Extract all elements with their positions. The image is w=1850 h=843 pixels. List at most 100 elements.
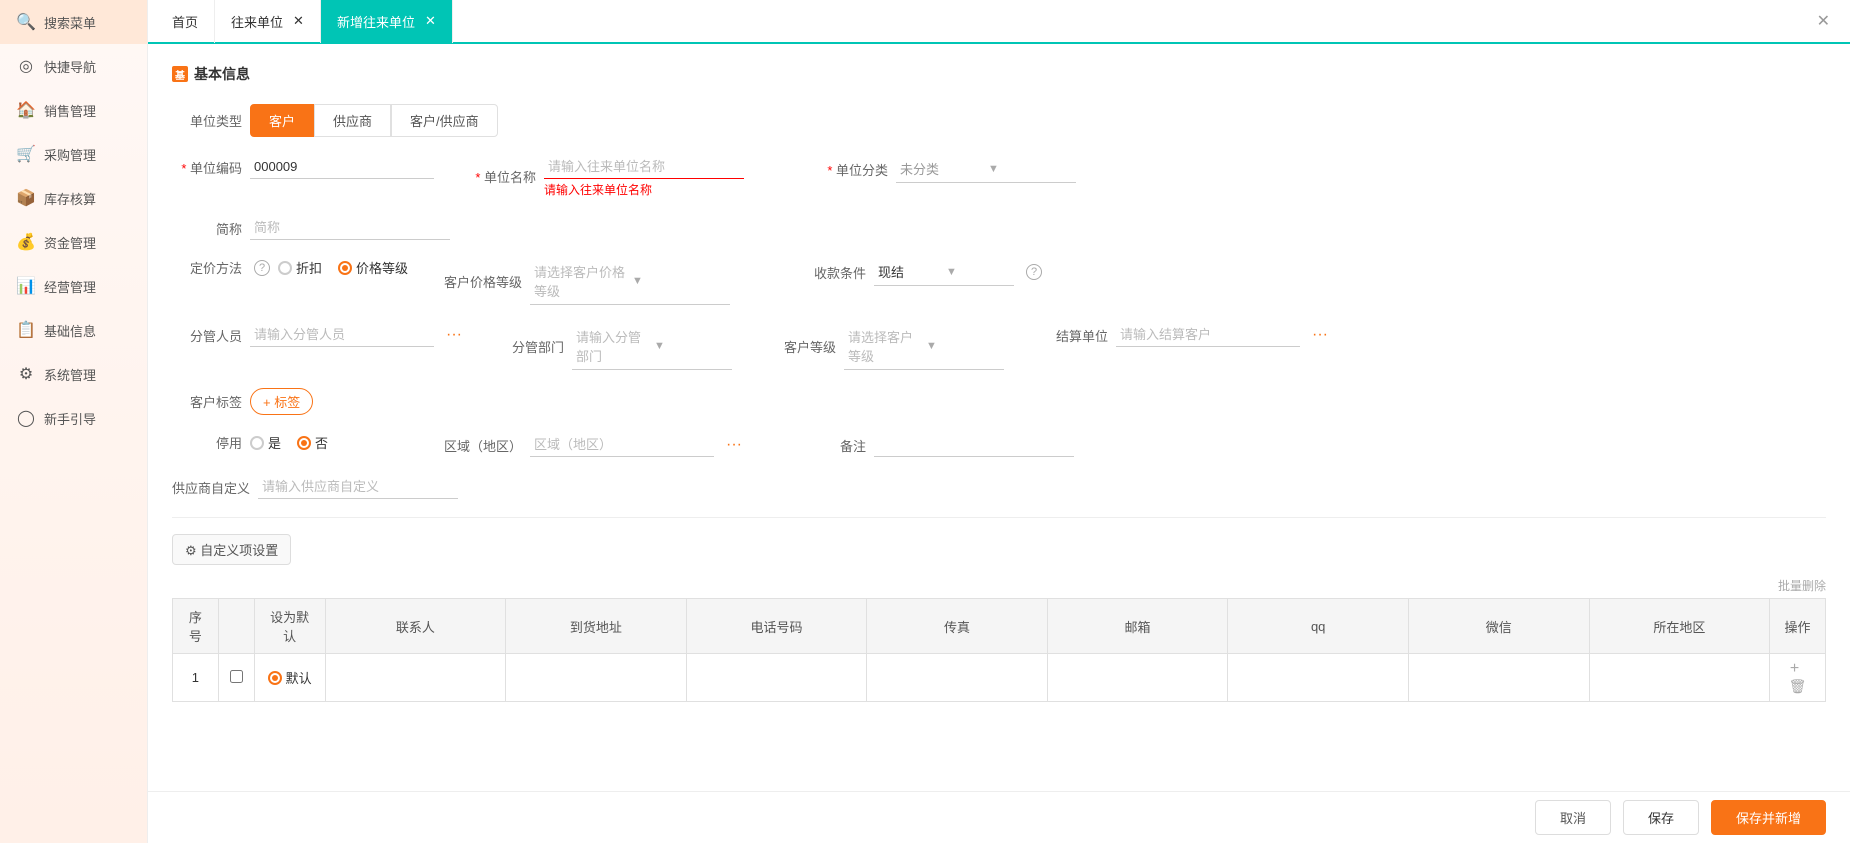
tab-home[interactable]: 首页 xyxy=(156,0,215,43)
th-region: 所在地区 xyxy=(1589,599,1770,654)
customer-price-level-placeholder: 请选择客户价格等级 xyxy=(534,262,628,300)
wechat-input[interactable] xyxy=(1419,670,1579,685)
cell-email[interactable] xyxy=(1047,654,1228,702)
disabled-radio-group: 是 否 xyxy=(250,433,328,452)
sidebar-item-finance[interactable]: 💰 资金管理 xyxy=(0,220,147,264)
abbreviation-label: 简称 xyxy=(172,219,242,238)
tabbar-close-button[interactable]: ✕ xyxy=(1805,11,1842,31)
customer-price-level-select[interactable]: 请选择客户价格等级 ▼ xyxy=(530,258,730,305)
tab-partners-close[interactable]: ✕ xyxy=(293,13,304,29)
batch-delete-button[interactable]: 批量删除 xyxy=(1778,577,1826,594)
cancel-button[interactable]: 取消 xyxy=(1535,800,1611,835)
abbreviation-input[interactable] xyxy=(250,216,450,240)
unit-name-field: 单位名称 请输入往来单位名称 xyxy=(466,155,786,198)
department-select[interactable]: 请输入分管部门 ▼ xyxy=(572,323,732,370)
cell-region[interactable] xyxy=(1589,654,1770,702)
settlement-ellipsis[interactable]: ··· xyxy=(1312,326,1328,344)
settlement-unit-input[interactable] xyxy=(1116,323,1300,347)
unit-btn-both[interactable]: 客户/供应商 xyxy=(391,104,498,137)
sidebar-label-purchase: 采购管理 xyxy=(44,145,96,164)
qq-input[interactable] xyxy=(1238,670,1398,685)
fax-input[interactable] xyxy=(877,670,1037,685)
sidebar: 🔍 搜索菜单 ◎ 快捷导航 🏠 销售管理 🛒 采购管理 📦 库存核算 💰 资金管… xyxy=(0,0,148,843)
cell-wechat[interactable] xyxy=(1409,654,1590,702)
sidebar-item-system[interactable]: ⚙ 系统管理 xyxy=(0,352,147,396)
cell-fax[interactable] xyxy=(867,654,1048,702)
unit-category-select[interactable]: 未分类 ▼ xyxy=(896,155,1076,183)
pricing-radio-level[interactable]: 价格等级 xyxy=(338,258,408,277)
cell-address[interactable] xyxy=(506,654,687,702)
payment-terms-help-icon[interactable]: ? xyxy=(1026,264,1042,280)
save-and-new-button[interactable]: 保存并新增 xyxy=(1711,800,1826,835)
region-input[interactable] xyxy=(530,433,714,457)
payment-terms-select[interactable]: 现结 ▼ xyxy=(874,258,1014,286)
default-label: 默认 xyxy=(286,668,312,687)
cell-checkbox[interactable] xyxy=(218,654,254,702)
system-icon: ⚙ xyxy=(16,364,36,384)
pricing-radio-discount[interactable]: 折扣 xyxy=(278,258,322,277)
remarks-input[interactable] xyxy=(874,433,1074,457)
unit-btn-supplier[interactable]: 供应商 xyxy=(314,104,391,137)
batch-actions: 批量删除 xyxy=(172,577,1826,594)
customer-level-chevron: ▼ xyxy=(926,340,1000,352)
unit-code-field: 单位编码 xyxy=(172,155,434,179)
default-radio-item[interactable]: 默认 xyxy=(265,668,315,687)
sidebar-item-newguide[interactable]: ◯ 新手引导 xyxy=(0,396,147,440)
department-field: 分管部门 请输入分管部门 ▼ xyxy=(494,323,734,370)
pricing-help-icon[interactable]: ? xyxy=(254,260,270,276)
section-title-text: 基本信息 xyxy=(194,64,250,84)
phone-input[interactable] xyxy=(697,670,857,685)
sidebar-item-basicinfo[interactable]: 📋 基础信息 xyxy=(0,308,147,352)
payment-terms-field: 收款条件 现结 ▼ ? xyxy=(796,258,1042,286)
unit-btn-customer[interactable]: 客户 xyxy=(250,104,314,137)
footer: 取消 保存 保存并新增 xyxy=(148,791,1850,843)
region-ellipsis[interactable]: ··· xyxy=(726,436,742,454)
payment-terms-chevron: ▼ xyxy=(946,266,1010,278)
add-tag-button[interactable]: + 标签 xyxy=(250,388,313,415)
unit-name-input[interactable] xyxy=(544,155,744,179)
form-row-pricing: 定价方法 ? 折扣 价格等级 客户价格等级 请选择客户价格等级 xyxy=(172,258,1826,305)
cell-qq[interactable] xyxy=(1228,654,1409,702)
tab-partners[interactable]: 往来单位 ✕ xyxy=(215,0,321,43)
sidebar-item-purchase[interactable]: 🛒 采购管理 xyxy=(0,132,147,176)
th-index: 序号 xyxy=(173,599,219,654)
delete-row-btn[interactable]: 🗑 xyxy=(1789,678,1807,694)
sidebar-item-sales[interactable]: 🏠 销售管理 xyxy=(0,88,147,132)
sidebar-item-operations[interactable]: 📊 经营管理 xyxy=(0,264,147,308)
form-row-disabled: 停用 是 否 区域（地区） ··· 备注 xyxy=(172,433,1826,457)
sidebar-item-quicknav[interactable]: ◎ 快捷导航 xyxy=(0,44,147,88)
address-input[interactable] xyxy=(516,670,676,685)
table-header-row: 序号 设为默认 联系人 到货地址 电话号码 传真 邮箱 qq 微信 所在地区 操… xyxy=(173,599,1826,654)
add-row-btn[interactable]: + xyxy=(1790,660,1799,677)
row-checkbox[interactable] xyxy=(229,670,244,683)
tab-home-label: 首页 xyxy=(172,12,198,31)
disabled-no-label: 否 xyxy=(315,433,328,452)
custom-settings-button[interactable]: ⚙ 自定义项设置 xyxy=(172,534,291,565)
supplier-custom-field: 供应商自定义 xyxy=(172,475,492,499)
sidebar-item-inventory[interactable]: 📦 库存核算 xyxy=(0,176,147,220)
unit-code-input[interactable] xyxy=(250,155,434,179)
save-button[interactable]: 保存 xyxy=(1623,800,1699,835)
disabled-radio-yes[interactable]: 是 xyxy=(250,433,281,452)
form-row-basic: 单位编码 单位名称 请输入往来单位名称 单位分类 未分类 ▼ xyxy=(172,155,1826,198)
manager-ellipsis[interactable]: ··· xyxy=(446,326,462,344)
cell-phone[interactable] xyxy=(686,654,867,702)
supplier-custom-input[interactable] xyxy=(258,475,458,499)
tab-new-partner-close[interactable]: ✕ xyxy=(425,13,436,29)
unit-code-label: 单位编码 xyxy=(172,158,242,177)
sidebar-item-search[interactable]: 🔍 搜索菜单 xyxy=(0,0,147,44)
contact-input[interactable] xyxy=(336,670,496,685)
search-icon: 🔍 xyxy=(16,12,36,32)
email-input[interactable] xyxy=(1058,670,1218,685)
tab-new-partner[interactable]: 新增往来单位 ✕ xyxy=(321,0,453,43)
manager-input[interactable] xyxy=(250,323,434,347)
content-area: 基 基本信息 单位类型 客户 供应商 客户/供应商 单位编码 单位名称 xyxy=(148,44,1850,843)
cell-contact[interactable] xyxy=(325,654,506,702)
th-operation: 操作 xyxy=(1770,599,1826,654)
operations-icon: 📊 xyxy=(16,276,36,296)
inventory-icon: 📦 xyxy=(16,188,36,208)
department-placeholder: 请输入分管部门 xyxy=(576,327,650,365)
region-table-input[interactable] xyxy=(1600,670,1760,685)
customer-level-select[interactable]: 请选择客户等级 ▼ xyxy=(844,323,1004,370)
disabled-radio-no[interactable]: 否 xyxy=(297,433,328,452)
